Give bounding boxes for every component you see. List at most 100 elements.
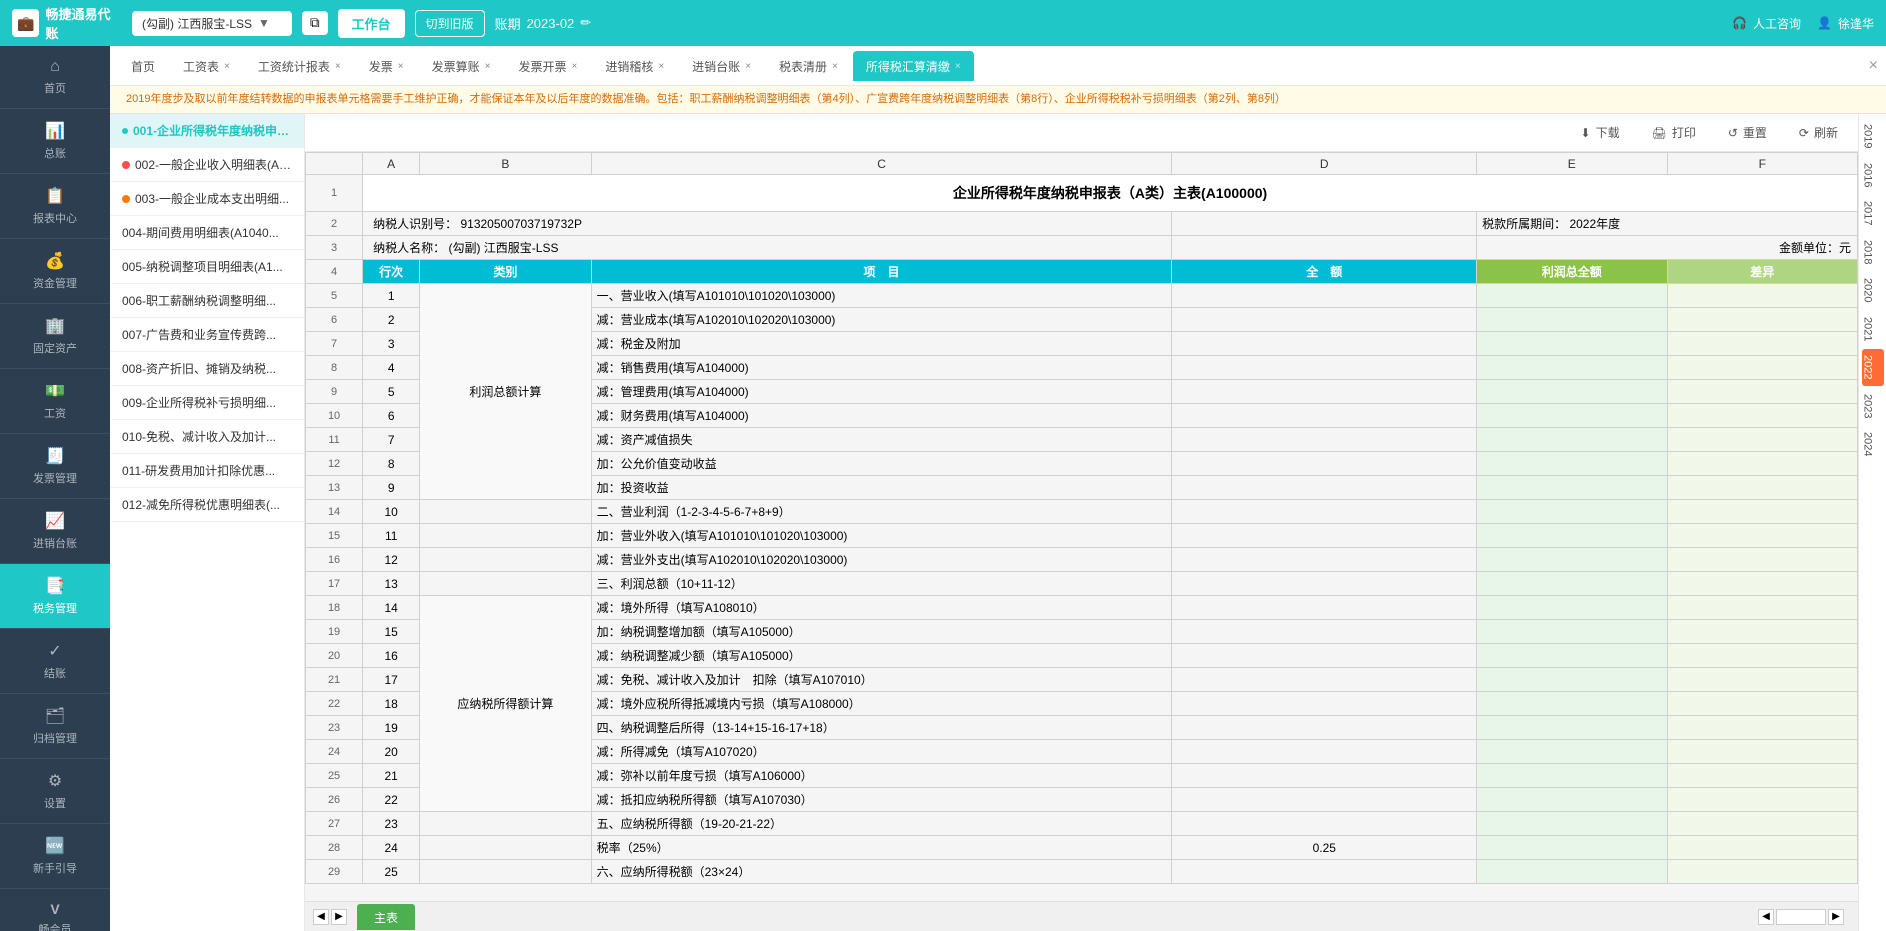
scroll-track[interactable] — [1776, 909, 1826, 925]
left-nav-item-001[interactable]: 001-企业所得税年度纳税申报... — [110, 114, 304, 148]
nav-item-012-label: 012-减免所得税优惠明细表(... — [122, 496, 292, 513]
tab-invoice-open-close[interactable]: × — [571, 61, 577, 72]
sheet-nav-right-btn[interactable]: ▶ — [331, 909, 347, 925]
left-nav-item-006[interactable]: 006-职工薪酬纳税调整明细... — [110, 284, 304, 318]
sidebar-item-tax[interactable]: 📑 税务管理 — [0, 564, 110, 629]
tab-invoice-open[interactable]: 发票开票 × — [505, 51, 590, 81]
left-nav: 001-企业所得税年度纳税申报... 002-一般企业收入明细表(A1... 0… — [110, 114, 305, 931]
sidebar-item-settings[interactable]: ⚙ 设置 — [0, 759, 110, 824]
tab-invoice-calc-close[interactable]: × — [485, 61, 491, 72]
workbench-label: 工作台 — [352, 17, 391, 32]
user-service-btn[interactable]: 🎧 人工咨询 — [1732, 15, 1801, 32]
settle-icon: ✓ — [48, 641, 61, 661]
sidebar-item-payroll[interactable]: 💵 工资 — [0, 369, 110, 434]
year-btn-2020[interactable]: 2020 — [1862, 272, 1884, 308]
col-label-chayi: 差异 — [1667, 260, 1857, 284]
col-header-a: A — [363, 153, 420, 175]
year-btn-2024[interactable]: 2024 — [1862, 426, 1884, 462]
year-btn-2021[interactable]: 2021 — [1862, 311, 1884, 347]
sidebar-item-member[interactable]: V 畅会员 — [0, 889, 110, 931]
tab-tax-calc-close[interactable]: × — [955, 61, 961, 72]
table-row: 15 11 加：营业外收入(填写A101010\101020\103000) — [306, 524, 1858, 548]
title-row: 1 企业所得税年度纳税申报表（A类）主表(A100000) — [306, 175, 1858, 212]
tab-home-label: 首页 — [131, 58, 155, 75]
tab-sales-ledger[interactable]: 进销台账 × — [679, 51, 764, 81]
period-info: 账期 2023-02 ✏ — [495, 14, 592, 33]
left-nav-item-010[interactable]: 010-免税、减计收入及加计... — [110, 420, 304, 454]
table-row: 29 25 六、应纳所得税额（23×24） — [306, 860, 1858, 884]
tab-home[interactable]: 首页 — [118, 51, 168, 81]
tab-close-all-btn[interactable]: × — [1869, 57, 1878, 75]
tab-sales-check[interactable]: 进销稽核 × — [592, 51, 677, 81]
sidebar-item-reports[interactable]: 📋 报表中心 — [0, 174, 110, 239]
sidebar-item-assets[interactable]: 🏢 固定资产 — [0, 304, 110, 369]
company-selector-label: (勾副) 江西服宝-LSS — [142, 15, 252, 32]
chevron-down-icon: ▼ — [258, 16, 270, 30]
sidebar-item-sales[interactable]: 📈 进销台账 — [0, 499, 110, 564]
period-edit-icon[interactable]: ✏ — [580, 15, 591, 31]
left-nav-item-012[interactable]: 012-减免所得税优惠明细表(... — [110, 488, 304, 522]
tab-invoice-close[interactable]: × — [398, 61, 404, 72]
guide-icon: 🆕 — [45, 836, 65, 856]
left-nav-item-005[interactable]: 005-纳税调整项目明细表(A1... — [110, 250, 304, 284]
sheet-tabs: ◀ ▶ 主表 ◀ ▶ — [305, 901, 1858, 931]
left-nav-item-002[interactable]: 002-一般企业收入明细表(A1... — [110, 148, 304, 182]
tax-period-cell: 税款所属期间： 2022年度 — [1477, 212, 1858, 236]
tab-tax-calc[interactable]: 所得税汇算清缴 × — [853, 51, 974, 81]
left-nav-item-011[interactable]: 011-研发费用加计扣除优惠... — [110, 454, 304, 488]
tab-payroll-stats[interactable]: 工资统计报表 × — [245, 51, 354, 81]
switch-version-button[interactable]: 切到旧版 — [415, 10, 485, 37]
col-header-b: B — [420, 153, 591, 175]
user-profile-btn[interactable]: 👤 徐逢华 — [1817, 15, 1874, 32]
sidebar-item-settle[interactable]: ✓ 结账 — [0, 629, 110, 694]
tab-invoice-calc[interactable]: 发票算账 × — [419, 51, 504, 81]
sidebar-item-home[interactable]: ⌂ 首页 — [0, 46, 110, 109]
sidebar-item-funds[interactable]: 💰 资金管理 — [0, 239, 110, 304]
user-name: 徐逢华 — [1838, 15, 1874, 32]
tab-payroll[interactable]: 工资表 × — [170, 51, 243, 81]
year-btn-2019[interactable]: 2019 — [1862, 118, 1884, 154]
tab-sales-ledger-close[interactable]: × — [745, 61, 751, 72]
reset-button[interactable]: ↺ 重置 — [1720, 120, 1775, 145]
refresh-button[interactable]: ⟳ 刷新 — [1791, 120, 1846, 145]
year-btn-2018[interactable]: 2018 — [1862, 234, 1884, 270]
col-label-xiangmu: 项 目 — [591, 260, 1172, 284]
left-nav-item-007[interactable]: 007-广告费和业务宣传费跨... — [110, 318, 304, 352]
tab-payroll-close[interactable]: × — [224, 61, 230, 72]
logo-icon: 💼 — [12, 9, 39, 37]
sidebar-item-guide[interactable]: 🆕 新手引导 — [0, 824, 110, 889]
sidebar-item-ledger[interactable]: 📊 总账 — [0, 109, 110, 174]
sidebar-item-invoices[interactable]: 🧾 发票管理 — [0, 434, 110, 499]
scroll-right-btn[interactable]: ▶ — [1828, 909, 1844, 925]
tab-tax-list-close[interactable]: × — [832, 61, 838, 72]
sidebar-item-archive[interactable]: 🗂 归档管理 — [0, 694, 110, 759]
sidebar-item-label: 新手引导 — [33, 860, 77, 876]
left-nav-item-009[interactable]: 009-企业所得税补亏损明细... — [110, 386, 304, 420]
copy-button[interactable]: ⧉ — [302, 11, 328, 35]
year-btn-2023[interactable]: 2023 — [1862, 388, 1884, 424]
year-btn-2017[interactable]: 2017 — [1862, 195, 1884, 231]
tab-payroll-stats-label: 工资统计报表 — [258, 58, 330, 75]
table-container[interactable]: A B C D E F — [305, 152, 1858, 901]
company-selector[interactable]: (勾副) 江西服宝-LSS ▼ — [132, 11, 292, 36]
tax-icon: 📑 — [45, 576, 65, 596]
left-nav-item-008[interactable]: 008-资产折旧、摊销及纳税... — [110, 352, 304, 386]
tab-invoice[interactable]: 发票 × — [356, 51, 417, 81]
download-button[interactable]: ⬇ 下载 — [1573, 120, 1628, 145]
tab-payroll-stats-close[interactable]: × — [335, 61, 341, 72]
sheet-tab-main[interactable]: 主表 — [357, 904, 415, 930]
left-nav-item-003[interactable]: 003-一般企业成本支出明细... — [110, 182, 304, 216]
left-nav-item-004[interactable]: 004-期间费用明细表(A1040... — [110, 216, 304, 250]
print-button[interactable]: 🖨 打印 — [1644, 120, 1704, 145]
sheet-nav-left-btn[interactable]: ◀ — [313, 909, 329, 925]
tab-tax-list[interactable]: 税表清册 × — [766, 51, 851, 81]
col-header-row-4: 4 行次 类别 项 目 全 额 利润总全额 差异 — [306, 260, 1858, 284]
scroll-left-btn[interactable]: ◀ — [1758, 909, 1774, 925]
reset-label: 重置 — [1743, 124, 1767, 141]
nav-item-003-label: 003-一般企业成本支出明细... — [135, 190, 292, 207]
sales-icon: 📈 — [45, 511, 65, 531]
workbench-button[interactable]: 工作台 — [338, 9, 405, 38]
tab-sales-check-close[interactable]: × — [658, 61, 664, 72]
year-btn-2016[interactable]: 2016 — [1862, 157, 1884, 193]
year-btn-2022[interactable]: 2022 — [1862, 349, 1884, 385]
